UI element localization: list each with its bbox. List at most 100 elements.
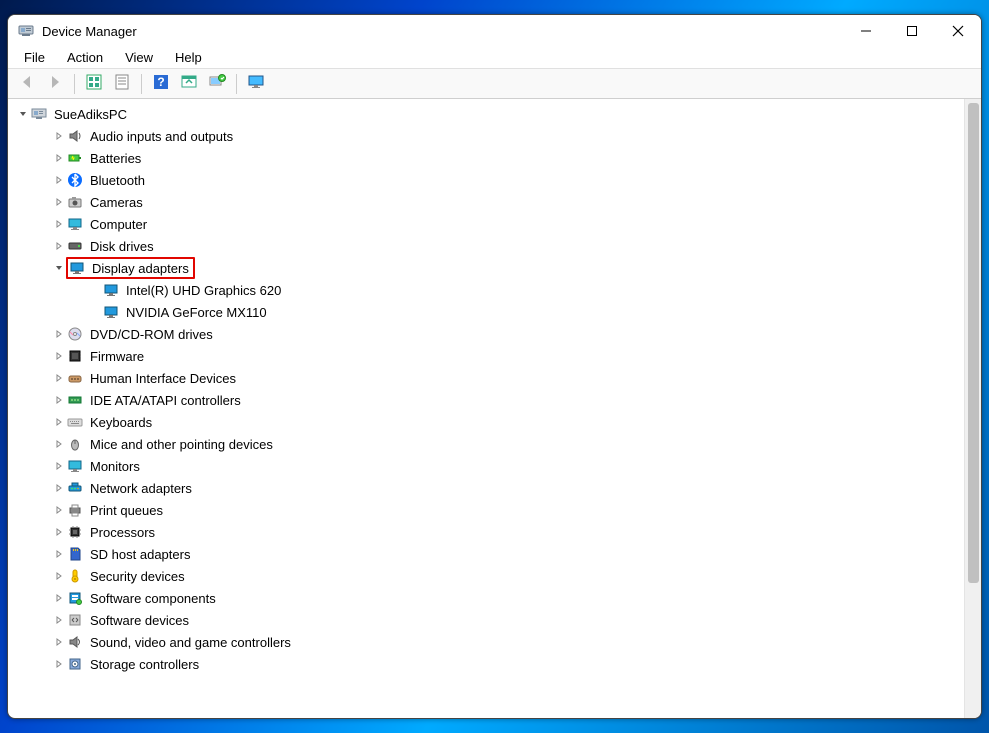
chevron-right-icon[interactable] bbox=[52, 637, 66, 647]
app-icon bbox=[18, 23, 34, 39]
computer-icon bbox=[66, 215, 84, 233]
tree-category[interactable]: Sound, video and game controllers bbox=[16, 631, 964, 653]
device-tree[interactable]: SueAdiksPC Audio inputs and outputs Batter… bbox=[8, 99, 964, 718]
toolbar-monitor-button[interactable] bbox=[243, 72, 269, 96]
tree-category[interactable]: Monitors bbox=[16, 455, 964, 477]
chevron-right-icon[interactable] bbox=[52, 351, 66, 361]
close-button[interactable] bbox=[935, 15, 981, 47]
tree-node-label: Monitors bbox=[90, 459, 140, 474]
tree-node-label: Human Interface Devices bbox=[90, 371, 236, 386]
content-area: SueAdiksPC Audio inputs and outputs Batter… bbox=[8, 99, 981, 718]
tree-category[interactable]: Display adapters bbox=[16, 257, 964, 279]
chevron-down-icon[interactable] bbox=[16, 109, 30, 119]
audio-icon bbox=[66, 127, 84, 145]
tree-category[interactable]: Software devices bbox=[16, 609, 964, 631]
scroll-thumb[interactable] bbox=[968, 103, 979, 583]
monitor-icon bbox=[66, 457, 84, 475]
tree-category[interactable]: Software components bbox=[16, 587, 964, 609]
toolbar-back-button[interactable] bbox=[14, 72, 40, 96]
tree-device[interactable]: NVIDIA GeForce MX110 bbox=[16, 301, 964, 323]
chevron-right-icon[interactable] bbox=[52, 329, 66, 339]
tree-category[interactable]: Print queues bbox=[16, 499, 964, 521]
device-manager-window: Device Manager File Action View Help ? bbox=[7, 14, 982, 719]
tree-node-label: Keyboards bbox=[90, 415, 152, 430]
tree-category[interactable]: Human Interface Devices bbox=[16, 367, 964, 389]
help-icon: ? bbox=[152, 73, 170, 94]
display-icon bbox=[102, 281, 120, 299]
tree-category[interactable]: Disk drives bbox=[16, 235, 964, 257]
tree-category[interactable]: Network adapters bbox=[16, 477, 964, 499]
toolbar-help-button[interactable]: ? bbox=[148, 72, 174, 96]
menu-view[interactable]: View bbox=[115, 48, 163, 67]
tree-category[interactable]: Cameras bbox=[16, 191, 964, 213]
printer-icon bbox=[66, 501, 84, 519]
tree-root[interactable]: SueAdiksPC bbox=[16, 103, 964, 125]
bluetooth-icon bbox=[66, 171, 84, 189]
toolbar-action1-button[interactable] bbox=[176, 72, 202, 96]
tree-category[interactable]: Storage controllers bbox=[16, 653, 964, 675]
menu-file[interactable]: File bbox=[14, 48, 55, 67]
toolbar-scan-button[interactable] bbox=[204, 72, 230, 96]
tree-category[interactable]: DVD/CD-ROM drives bbox=[16, 323, 964, 345]
menubar: File Action View Help bbox=[8, 47, 981, 69]
chevron-right-icon[interactable] bbox=[52, 549, 66, 559]
tree-category[interactable]: Batteries bbox=[16, 147, 964, 169]
chevron-right-icon[interactable] bbox=[52, 483, 66, 493]
tree-category[interactable]: IDE ATA/ATAPI controllers bbox=[16, 389, 964, 411]
tree-category[interactable]: Security devices bbox=[16, 565, 964, 587]
tree-node-label: Firmware bbox=[90, 349, 144, 364]
battery-icon bbox=[66, 149, 84, 167]
tree-category[interactable]: Mice and other pointing devices bbox=[16, 433, 964, 455]
chevron-right-icon[interactable] bbox=[52, 417, 66, 427]
tree-node-label: Print queues bbox=[90, 503, 163, 518]
display-icon bbox=[102, 303, 120, 321]
chevron-right-icon[interactable] bbox=[52, 373, 66, 383]
chevron-right-icon[interactable] bbox=[52, 219, 66, 229]
tree-node-label: Software devices bbox=[90, 613, 189, 628]
tree-category[interactable]: Keyboards bbox=[16, 411, 964, 433]
grid-icon bbox=[85, 73, 103, 94]
swdev-icon bbox=[66, 611, 84, 629]
toolbar-separator bbox=[74, 74, 75, 94]
chevron-right-icon[interactable] bbox=[52, 153, 66, 163]
chevron-down-icon[interactable] bbox=[52, 263, 66, 273]
chevron-right-icon[interactable] bbox=[52, 241, 66, 251]
chevron-right-icon[interactable] bbox=[52, 461, 66, 471]
tree-node-label: Audio inputs and outputs bbox=[90, 129, 233, 144]
chevron-right-icon[interactable] bbox=[52, 395, 66, 405]
toolbar-forward-button[interactable] bbox=[42, 72, 68, 96]
tree-category[interactable]: Bluetooth bbox=[16, 169, 964, 191]
tree-category[interactable]: Audio inputs and outputs bbox=[16, 125, 964, 147]
chevron-right-icon[interactable] bbox=[52, 175, 66, 185]
chevron-right-icon[interactable] bbox=[52, 659, 66, 669]
chevron-right-icon[interactable] bbox=[52, 439, 66, 449]
ide-icon bbox=[66, 391, 84, 409]
tree-category[interactable]: Processors bbox=[16, 521, 964, 543]
tree-category[interactable]: Firmware bbox=[16, 345, 964, 367]
tree-node-label: Batteries bbox=[90, 151, 141, 166]
tree-category[interactable]: SD host adapters bbox=[16, 543, 964, 565]
disk-icon bbox=[66, 237, 84, 255]
tree-node-label: SD host adapters bbox=[90, 547, 190, 562]
minimize-button[interactable] bbox=[843, 15, 889, 47]
menu-action[interactable]: Action bbox=[57, 48, 113, 67]
tree-node-label: Processors bbox=[90, 525, 155, 540]
tree-category[interactable]: Computer bbox=[16, 213, 964, 235]
chevron-right-icon[interactable] bbox=[52, 571, 66, 581]
menu-help[interactable]: Help bbox=[165, 48, 212, 67]
tree-node-label: Storage controllers bbox=[90, 657, 199, 672]
chevron-right-icon[interactable] bbox=[52, 593, 66, 603]
tree-device[interactable]: Intel(R) UHD Graphics 620 bbox=[16, 279, 964, 301]
chevron-right-icon[interactable] bbox=[52, 527, 66, 537]
toolbar-properties-button[interactable] bbox=[109, 72, 135, 96]
chevron-right-icon[interactable] bbox=[52, 197, 66, 207]
vertical-scrollbar[interactable] bbox=[964, 99, 981, 718]
tree-node-label: Cameras bbox=[90, 195, 143, 210]
chevron-right-icon[interactable] bbox=[52, 615, 66, 625]
tree-node-label: Network adapters bbox=[90, 481, 192, 496]
toolbar-show-hidden-button[interactable] bbox=[81, 72, 107, 96]
maximize-button[interactable] bbox=[889, 15, 935, 47]
chevron-right-icon[interactable] bbox=[52, 505, 66, 515]
toolbar-separator bbox=[236, 74, 237, 94]
chevron-right-icon[interactable] bbox=[52, 131, 66, 141]
